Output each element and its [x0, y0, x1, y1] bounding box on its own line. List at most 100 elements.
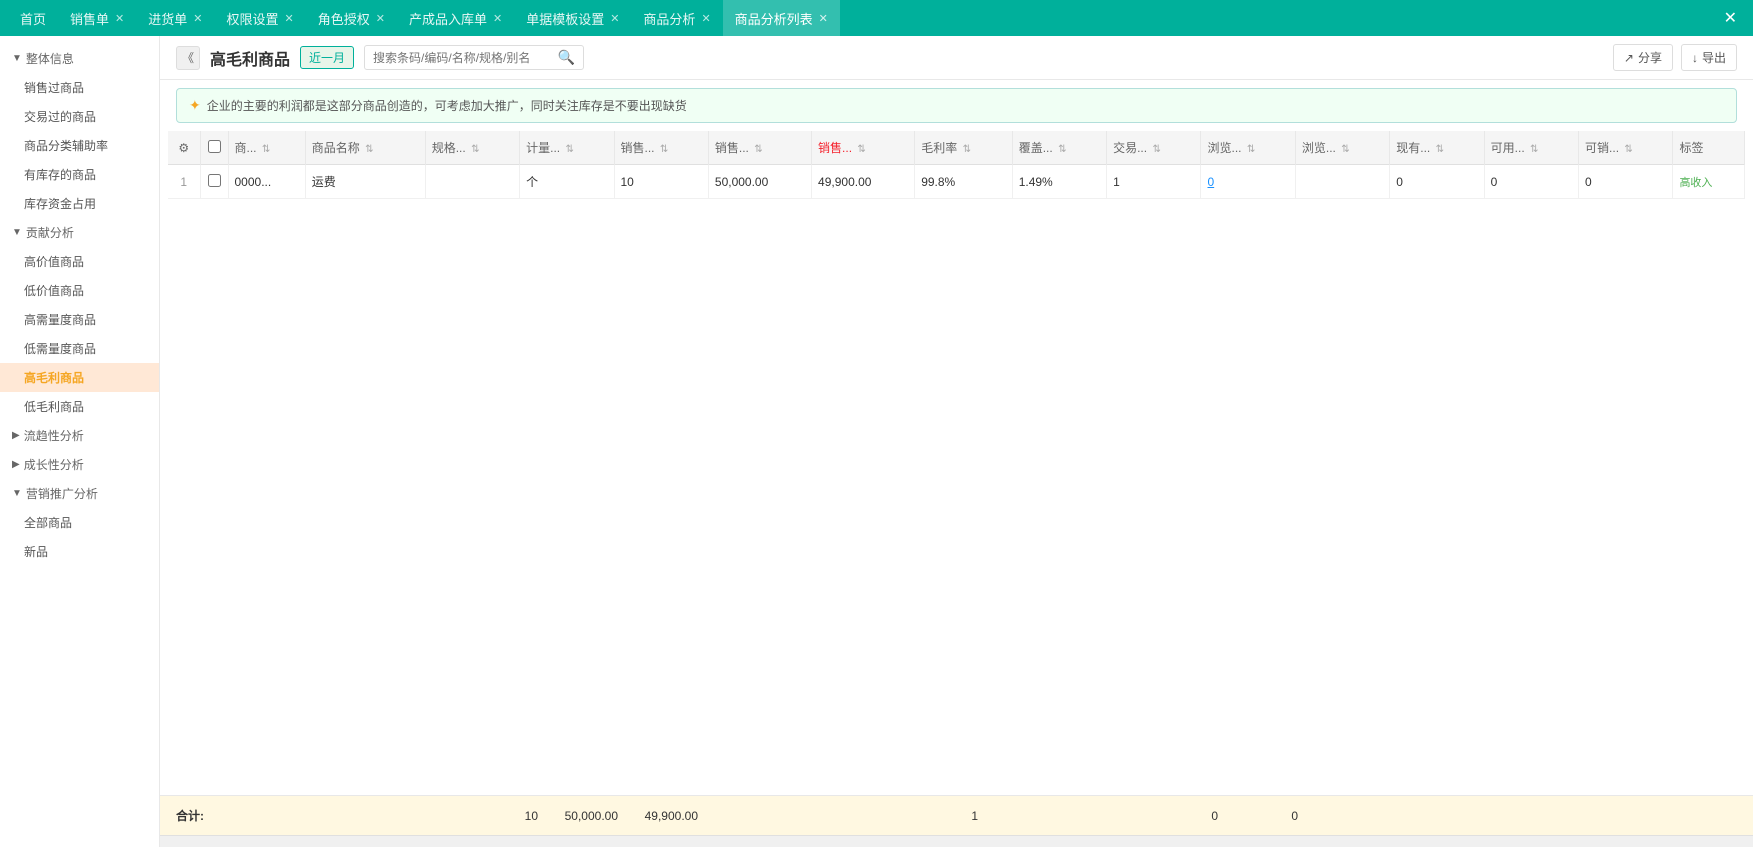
footer-sales-cost: 49,900.00 [624, 809, 704, 823]
col-cover-rate[interactable]: 覆盖... ⇅ [1012, 131, 1106, 165]
search-box: 🔍 [364, 45, 584, 70]
search-icon[interactable]: 🔍 [558, 49, 575, 66]
arrow-marketing-icon: ▼ [12, 488, 22, 499]
sort-available-icon: ⇅ [1530, 144, 1538, 155]
arrow-trend-icon: ▶ [12, 430, 20, 441]
row-gross-rate: 99.8% [915, 165, 1013, 199]
tab-template[interactable]: 单据模板设置 ✕ [514, 0, 631, 36]
collapse-sidebar-button[interactable]: 《 [176, 46, 200, 70]
sidebar-item-all-goods[interactable]: 全部商品 [0, 508, 159, 537]
col-settings[interactable]: ⚙ [168, 131, 200, 165]
sidebar-item-low-profit[interactable]: 低毛利商品 [0, 392, 159, 421]
col-sales-cost[interactable]: 销售... ⇅ [812, 131, 915, 165]
table-row: 1 0000... 运费 个 10 50,000.00 49,900.00 99… [168, 165, 1745, 199]
col-browse1[interactable]: 浏览... ⇅ [1201, 131, 1295, 165]
top-nav: 首页 销售单 ✕ 进货单 ✕ 权限设置 ✕ 角色授权 ✕ 产成品入库单 ✕ 单据… [0, 0, 1753, 36]
row-cover-rate: 1.49% [1012, 165, 1106, 199]
col-code[interactable]: 商... ⇅ [228, 131, 305, 165]
row-name: 运费 [305, 165, 425, 199]
tab-products[interactable]: 产成品入库单 ✕ [397, 0, 514, 36]
col-trade-cnt[interactable]: 交易... ⇅ [1107, 131, 1201, 165]
sidebar-group-marketing[interactable]: ▼ 营销推广分析 [0, 479, 159, 508]
content-header: 《 高毛利商品 近一月 🔍 ↗ 分享 ↓ 导出 [160, 36, 1753, 80]
sidebar-group-financial[interactable]: ▼ 贡献分析 [0, 218, 159, 247]
date-filter-button[interactable]: 近一月 [300, 46, 354, 69]
col-name[interactable]: 商品名称 ⇅ [305, 131, 425, 165]
sidebar-item-sales-goods[interactable]: 销售过商品 [0, 73, 159, 102]
share-button[interactable]: ↗ 分享 [1613, 44, 1673, 71]
row-check[interactable] [200, 165, 228, 199]
header-actions: ↗ 分享 ↓ 导出 [1613, 44, 1737, 71]
select-all-checkbox[interactable] [208, 140, 221, 153]
settings-icon[interactable]: ⚙ [178, 141, 189, 155]
sort-code-icon: ⇅ [262, 144, 270, 155]
sidebar-item-new-goods[interactable]: 新品 [0, 537, 159, 566]
bottom-scrollbar[interactable] [160, 835, 1753, 847]
col-tag[interactable]: 标签 [1673, 131, 1745, 165]
sidebar-item-low-value[interactable]: 低价值商品 [0, 276, 159, 305]
sidebar-item-high-value[interactable]: 高价值商品 [0, 247, 159, 276]
close-sales-tab[interactable]: ✕ [115, 12, 124, 25]
close-products-tab[interactable]: ✕ [493, 12, 502, 25]
info-banner: ✦ 企业的主要的利润都是这部分商品创造的，可考虑加大推广，同时关注库存是不要出现… [176, 88, 1737, 123]
close-window-button[interactable]: ✕ [1716, 8, 1745, 28]
sort-sales-cost-icon: ⇅ [857, 144, 865, 155]
tab-home[interactable]: 首页 [8, 0, 58, 36]
row-num: 1 [168, 165, 200, 199]
sidebar-item-category-assist[interactable]: 商品分类辅助率 [0, 131, 159, 160]
col-available[interactable]: 可用... ⇅ [1484, 131, 1578, 165]
search-input[interactable] [373, 51, 558, 65]
data-table: ⚙ 商... ⇅ 商品名称 ⇅ [168, 131, 1745, 199]
close-template-tab[interactable]: ✕ [610, 12, 619, 25]
close-purchase-tab[interactable]: ✕ [193, 12, 202, 25]
sidebar-group-overall[interactable]: ▼ 整体信息 [0, 44, 159, 73]
tab-analysis-list[interactable]: 商品分析列表 ✕ [723, 0, 840, 36]
row-sales-qty: 10 [614, 165, 708, 199]
sidebar-item-high-freq[interactable]: 高需量度商品 [0, 305, 159, 334]
col-check[interactable] [200, 131, 228, 165]
sidebar-item-high-profit[interactable]: 高毛利商品 [0, 363, 159, 392]
row-current-stock: 0 [1390, 165, 1484, 199]
sidebar-item-capital-occupy[interactable]: 库存资金占用 [0, 189, 159, 218]
col-sales-qty[interactable]: 销售... ⇅ [614, 131, 708, 165]
col-spec[interactable]: 规格... ⇅ [425, 131, 519, 165]
tab-roles[interactable]: 角色授权 ✕ [306, 0, 397, 36]
arrow-overall-icon: ▼ [12, 53, 22, 64]
arrow-growth-icon: ▶ [12, 459, 20, 470]
close-analysis-tab[interactable]: ✕ [701, 12, 710, 25]
close-analysis-list-tab[interactable]: ✕ [819, 12, 828, 25]
close-roles-tab[interactable]: ✕ [376, 12, 385, 25]
tab-purchase[interactable]: 进货单 ✕ [136, 0, 214, 36]
row-checkbox[interactable] [208, 174, 221, 187]
footer-gross-rate [704, 809, 784, 823]
row-code: 0000... [228, 165, 305, 199]
row-browse1[interactable]: 0 [1201, 165, 1295, 199]
tab-analysis[interactable]: 商品分析 ✕ [631, 0, 722, 36]
sidebar-group-growth[interactable]: ▶ 成长性分析 [0, 450, 159, 479]
sidebar-item-in-stock[interactable]: 有库存的商品 [0, 160, 159, 189]
tab-permissions[interactable]: 权限设置 ✕ [214, 0, 305, 36]
sort-browse1-icon: ⇅ [1247, 144, 1255, 155]
row-unit: 个 [520, 165, 614, 199]
tab-sales[interactable]: 销售单 ✕ [58, 0, 136, 36]
col-current-stock[interactable]: 现有... ⇅ [1390, 131, 1484, 165]
sidebar-item-traded-goods[interactable]: 交易过的商品 [0, 102, 159, 131]
footer-available: 0 [1224, 809, 1304, 823]
sidebar-group-trend[interactable]: ▶ 流趋性分析 [0, 421, 159, 450]
page-title: 高毛利商品 [210, 46, 290, 70]
sidebar-item-low-freq[interactable]: 低需量度商品 [0, 334, 159, 363]
footer-label: 合计: [176, 807, 204, 824]
close-permissions-tab[interactable]: ✕ [285, 12, 294, 25]
col-sales-amt[interactable]: 销售... ⇅ [708, 131, 811, 165]
sidebar: ▼ 整体信息 销售过商品 交易过的商品 商品分类辅助率 有库存的商品 库存资金占… [0, 36, 160, 847]
col-saleable[interactable]: 可销... ⇅ [1579, 131, 1673, 165]
sort-sales-amt-icon: ⇅ [754, 144, 762, 155]
col-unit[interactable]: 计量... ⇅ [520, 131, 614, 165]
row-browse2 [1295, 165, 1389, 199]
info-icon: ✦ [189, 97, 201, 114]
row-saleable: 0 [1579, 165, 1673, 199]
export-button[interactable]: ↓ 导出 [1681, 44, 1737, 71]
row-spec [425, 165, 519, 199]
col-gross-rate[interactable]: 毛利率 ⇅ [915, 131, 1013, 165]
col-browse2[interactable]: 浏览... ⇅ [1295, 131, 1389, 165]
